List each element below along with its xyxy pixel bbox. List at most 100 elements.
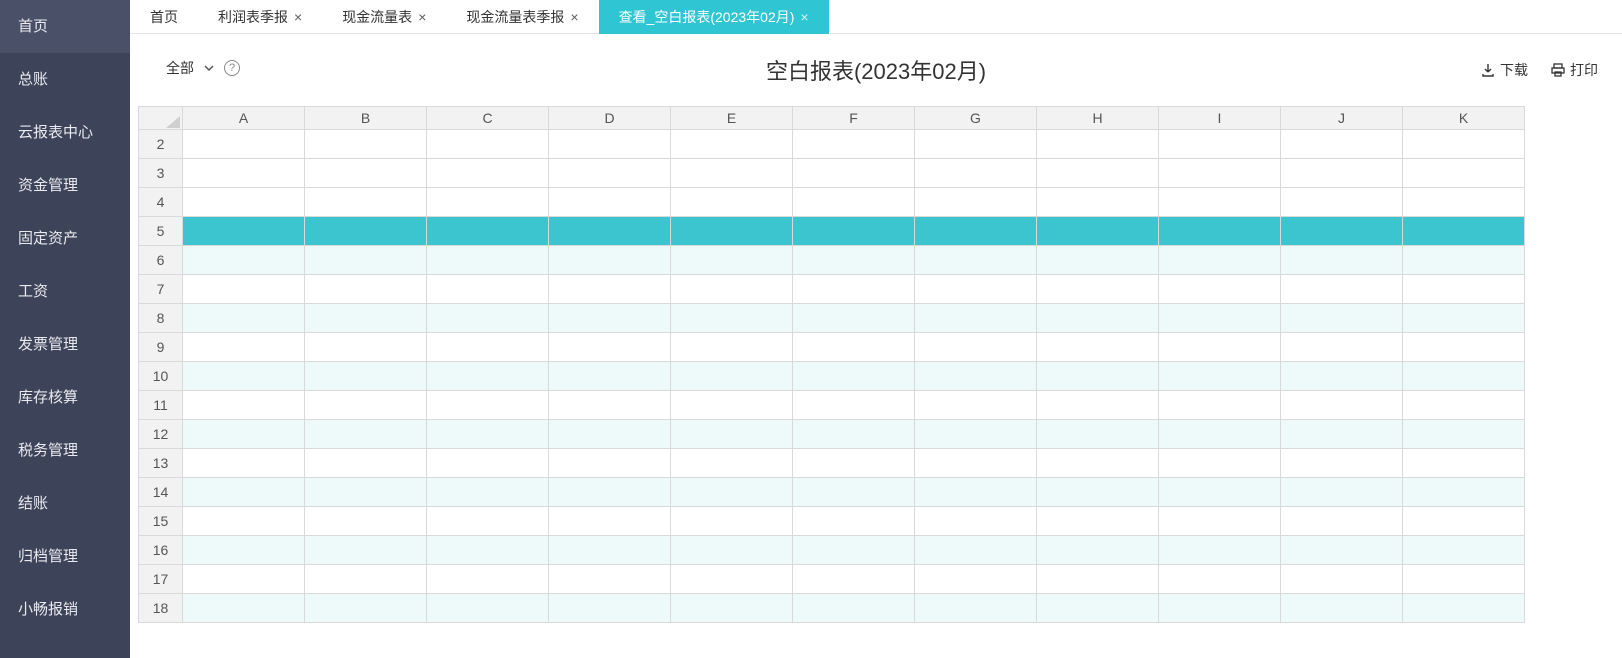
cell-H3[interactable] bbox=[1037, 159, 1159, 188]
cell-G17[interactable] bbox=[915, 565, 1037, 594]
cell-C18[interactable] bbox=[427, 594, 549, 623]
cell-E14[interactable] bbox=[671, 478, 793, 507]
cell-E11[interactable] bbox=[671, 391, 793, 420]
tab-0[interactable]: 首页 bbox=[130, 0, 198, 34]
row-header-4[interactable]: 4 bbox=[139, 188, 183, 217]
cell-F2[interactable] bbox=[793, 130, 915, 159]
cell-C14[interactable] bbox=[427, 478, 549, 507]
cell-B10[interactable] bbox=[305, 362, 427, 391]
row-header-3[interactable]: 3 bbox=[139, 159, 183, 188]
cell-E8[interactable] bbox=[671, 304, 793, 333]
cell-K12[interactable] bbox=[1403, 420, 1525, 449]
cell-K4[interactable] bbox=[1403, 188, 1525, 217]
cell-G6[interactable] bbox=[915, 246, 1037, 275]
cell-J18[interactable] bbox=[1281, 594, 1403, 623]
row-header-8[interactable]: 8 bbox=[139, 304, 183, 333]
cell-I17[interactable] bbox=[1159, 565, 1281, 594]
cell-J4[interactable] bbox=[1281, 188, 1403, 217]
cell-E12[interactable] bbox=[671, 420, 793, 449]
cell-K7[interactable] bbox=[1403, 275, 1525, 304]
cell-I16[interactable] bbox=[1159, 536, 1281, 565]
cell-B3[interactable] bbox=[305, 159, 427, 188]
cell-C3[interactable] bbox=[427, 159, 549, 188]
cell-J17[interactable] bbox=[1281, 565, 1403, 594]
cell-B17[interactable] bbox=[305, 565, 427, 594]
cell-A18[interactable] bbox=[183, 594, 305, 623]
print-button[interactable]: 打印 bbox=[1550, 60, 1598, 80]
cell-J10[interactable] bbox=[1281, 362, 1403, 391]
cell-A9[interactable] bbox=[183, 333, 305, 362]
cell-H4[interactable] bbox=[1037, 188, 1159, 217]
cell-G15[interactable] bbox=[915, 507, 1037, 536]
cell-H11[interactable] bbox=[1037, 391, 1159, 420]
cell-K17[interactable] bbox=[1403, 565, 1525, 594]
row-header-14[interactable]: 14 bbox=[139, 478, 183, 507]
sidebar-item-expense[interactable]: 小畅报销 bbox=[0, 583, 130, 636]
cell-B12[interactable] bbox=[305, 420, 427, 449]
row-header-12[interactable]: 12 bbox=[139, 420, 183, 449]
cell-I18[interactable] bbox=[1159, 594, 1281, 623]
cell-F15[interactable] bbox=[793, 507, 915, 536]
cell-A7[interactable] bbox=[183, 275, 305, 304]
cell-H13[interactable] bbox=[1037, 449, 1159, 478]
cell-G3[interactable] bbox=[915, 159, 1037, 188]
spreadsheet[interactable]: ABCDEFGHIJK23456789101112131415161718 bbox=[130, 106, 1622, 658]
cell-D11[interactable] bbox=[549, 391, 671, 420]
cell-I15[interactable] bbox=[1159, 507, 1281, 536]
tab-2[interactable]: 现金流量表× bbox=[322, 0, 446, 34]
cell-D2[interactable] bbox=[549, 130, 671, 159]
cell-A10[interactable] bbox=[183, 362, 305, 391]
close-icon[interactable]: × bbox=[294, 9, 302, 25]
cell-F10[interactable] bbox=[793, 362, 915, 391]
cell-D7[interactable] bbox=[549, 275, 671, 304]
close-icon[interactable]: × bbox=[418, 9, 426, 25]
cell-D10[interactable] bbox=[549, 362, 671, 391]
cell-E6[interactable] bbox=[671, 246, 793, 275]
cell-H9[interactable] bbox=[1037, 333, 1159, 362]
column-header-I[interactable]: I bbox=[1159, 107, 1281, 130]
column-header-K[interactable]: K bbox=[1403, 107, 1525, 130]
cell-C17[interactable] bbox=[427, 565, 549, 594]
cell-B4[interactable] bbox=[305, 188, 427, 217]
cell-B5[interactable] bbox=[305, 217, 427, 246]
cell-B9[interactable] bbox=[305, 333, 427, 362]
cell-E15[interactable] bbox=[671, 507, 793, 536]
column-header-J[interactable]: J bbox=[1281, 107, 1403, 130]
sidebar-item-reports[interactable]: 云报表中心 bbox=[0, 106, 130, 159]
cell-K2[interactable] bbox=[1403, 130, 1525, 159]
cell-J13[interactable] bbox=[1281, 449, 1403, 478]
column-header-H[interactable]: H bbox=[1037, 107, 1159, 130]
cell-B6[interactable] bbox=[305, 246, 427, 275]
cell-A14[interactable] bbox=[183, 478, 305, 507]
cell-F5[interactable] bbox=[793, 217, 915, 246]
cell-I4[interactable] bbox=[1159, 188, 1281, 217]
row-header-10[interactable]: 10 bbox=[139, 362, 183, 391]
cell-E2[interactable] bbox=[671, 130, 793, 159]
cell-K3[interactable] bbox=[1403, 159, 1525, 188]
cell-A17[interactable] bbox=[183, 565, 305, 594]
cell-J8[interactable] bbox=[1281, 304, 1403, 333]
column-header-A[interactable]: A bbox=[183, 107, 305, 130]
column-header-F[interactable]: F bbox=[793, 107, 915, 130]
cell-E4[interactable] bbox=[671, 188, 793, 217]
cell-F17[interactable] bbox=[793, 565, 915, 594]
row-header-16[interactable]: 16 bbox=[139, 536, 183, 565]
cell-A3[interactable] bbox=[183, 159, 305, 188]
cell-D13[interactable] bbox=[549, 449, 671, 478]
cell-A8[interactable] bbox=[183, 304, 305, 333]
column-header-D[interactable]: D bbox=[549, 107, 671, 130]
cell-G9[interactable] bbox=[915, 333, 1037, 362]
cell-H15[interactable] bbox=[1037, 507, 1159, 536]
cell-C8[interactable] bbox=[427, 304, 549, 333]
cell-F12[interactable] bbox=[793, 420, 915, 449]
cell-F16[interactable] bbox=[793, 536, 915, 565]
sidebar-item-invoice[interactable]: 发票管理 bbox=[0, 318, 130, 371]
cell-C5[interactable] bbox=[427, 217, 549, 246]
sidebar-item-assets[interactable]: 固定资产 bbox=[0, 212, 130, 265]
download-button[interactable]: 下载 bbox=[1480, 60, 1528, 80]
cell-K10[interactable] bbox=[1403, 362, 1525, 391]
cell-I8[interactable] bbox=[1159, 304, 1281, 333]
cell-G18[interactable] bbox=[915, 594, 1037, 623]
row-header-11[interactable]: 11 bbox=[139, 391, 183, 420]
column-header-C[interactable]: C bbox=[427, 107, 549, 130]
